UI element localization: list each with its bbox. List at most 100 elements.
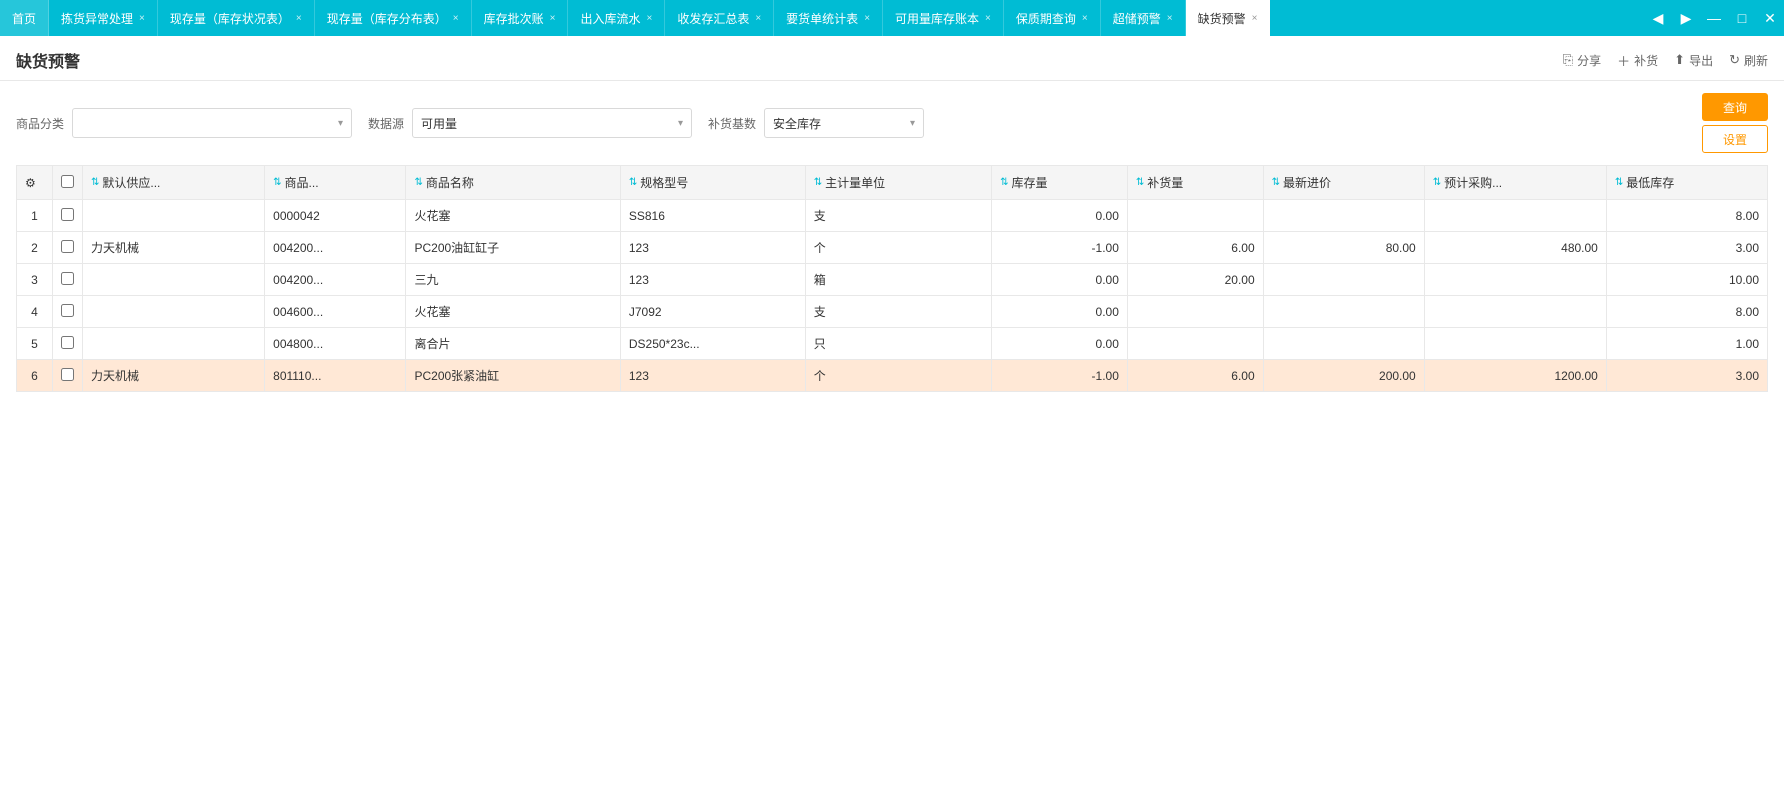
tab-pick-exception[interactable]: 拣货异常处理 × bbox=[49, 0, 158, 36]
th-label: 规格型号 bbox=[640, 174, 688, 191]
tab-stock-distribution[interactable]: 现存量（库存分布表） × bbox=[315, 0, 472, 36]
close-icon[interactable]: × bbox=[755, 13, 761, 24]
th-spec[interactable]: ⇅ 规格型号 bbox=[620, 166, 805, 200]
share-button[interactable]: ⎘ 分享 bbox=[1563, 52, 1601, 69]
close-icon[interactable]: × bbox=[646, 13, 652, 24]
row-unit: 只 bbox=[805, 328, 991, 360]
th-label: 补货量 bbox=[1147, 174, 1183, 191]
row-supplier bbox=[83, 200, 265, 232]
row-checkbox[interactable] bbox=[61, 368, 74, 381]
row-estimated-purchase bbox=[1424, 328, 1606, 360]
row-latest-price bbox=[1263, 264, 1424, 296]
row-checkbox[interactable] bbox=[61, 208, 74, 221]
tab-label: 缺货预警 bbox=[1198, 10, 1246, 27]
th-estimated-purchase[interactable]: ⇅ 预计采购... bbox=[1424, 166, 1606, 200]
row-stock: 0.00 bbox=[992, 328, 1128, 360]
query-button[interactable]: 查询 bbox=[1702, 93, 1768, 121]
close-icon[interactable]: × bbox=[1082, 13, 1088, 24]
gear-icon[interactable]: ⚙ bbox=[25, 176, 36, 190]
minimize-button[interactable]: — bbox=[1700, 0, 1728, 36]
export-label: 导出 bbox=[1689, 52, 1713, 69]
refresh-button[interactable]: ↻ 刷新 bbox=[1729, 52, 1768, 69]
row-min-stock: 1.00 bbox=[1606, 328, 1767, 360]
table-row: 1 0000042 火花塞 SS816 支 0.00 8.00 bbox=[17, 200, 1768, 232]
table-body: 1 0000042 火花塞 SS816 支 0.00 8.00 2 力天机械 0… bbox=[17, 200, 1768, 392]
tab-label: 超储预警 bbox=[1113, 10, 1161, 27]
tab-receipt-summary[interactable]: 收发存汇总表 × bbox=[665, 0, 774, 36]
th-product-name[interactable]: ⇅ 商品名称 bbox=[406, 166, 620, 200]
close-icon[interactable]: × bbox=[1252, 13, 1258, 24]
tab-home[interactable]: 首页 bbox=[0, 0, 49, 36]
th-product-code[interactable]: ⇅ 商品... bbox=[265, 166, 406, 200]
category-select[interactable]: ▾ bbox=[72, 108, 352, 138]
row-min-stock: 3.00 bbox=[1606, 360, 1767, 392]
th-supplier[interactable]: ⇅ 默认供应... bbox=[83, 166, 265, 200]
th-min-stock[interactable]: ⇅ 最低库存 bbox=[1606, 166, 1767, 200]
row-num: 4 bbox=[17, 296, 53, 328]
table-header-row: ⚙ ⇅ 默认供应... ⇅ 商品... bbox=[17, 166, 1768, 200]
row-estimated-purchase bbox=[1424, 200, 1606, 232]
row-checkbox[interactable] bbox=[61, 304, 74, 317]
prev-tab-button[interactable]: ◀ bbox=[1644, 0, 1672, 36]
close-window-button[interactable]: ✕ bbox=[1756, 0, 1784, 36]
tab-overstock-warning[interactable]: 超储预警 × bbox=[1101, 0, 1186, 36]
th-unit[interactable]: ⇅ 主计量单位 bbox=[805, 166, 991, 200]
row-supplier bbox=[83, 264, 265, 296]
row-checkbox[interactable] bbox=[61, 272, 74, 285]
replenish-icon: ＋ bbox=[1617, 51, 1630, 70]
close-icon[interactable]: × bbox=[1167, 13, 1173, 24]
maximize-button[interactable]: □ bbox=[1728, 0, 1756, 36]
row-latest-price: 200.00 bbox=[1263, 360, 1424, 392]
share-icon: ⎘ bbox=[1563, 52, 1573, 68]
chevron-down-icon: ▾ bbox=[678, 118, 683, 129]
tab-shortage-warning[interactable]: 缺货预警 × bbox=[1186, 0, 1271, 36]
row-stock: 0.00 bbox=[992, 200, 1128, 232]
th-checkbox bbox=[53, 166, 83, 200]
row-product-name: PC200油缸缸子 bbox=[406, 232, 620, 264]
row-replenish bbox=[1127, 328, 1263, 360]
sort-icon: ⇅ bbox=[1433, 177, 1441, 188]
th-label: 预计采购... bbox=[1444, 174, 1502, 191]
replenish-select[interactable]: 安全库存 ▾ bbox=[764, 108, 924, 138]
row-product-name: 三九 bbox=[406, 264, 620, 296]
row-product-code: 004800... bbox=[265, 328, 406, 360]
sort-icon: ⇅ bbox=[91, 177, 99, 188]
settings-button[interactable]: 设置 bbox=[1702, 125, 1768, 153]
close-icon[interactable]: × bbox=[139, 13, 145, 24]
tab-inout-flow[interactable]: 出入库流水 × bbox=[568, 0, 665, 36]
close-icon[interactable]: × bbox=[864, 13, 870, 24]
row-unit: 个 bbox=[805, 360, 991, 392]
th-replenish[interactable]: ⇅ 补货量 bbox=[1127, 166, 1263, 200]
th-latest-price[interactable]: ⇅ 最新进价 bbox=[1263, 166, 1424, 200]
row-checkbox-cell bbox=[53, 232, 83, 264]
row-estimated-purchase: 480.00 bbox=[1424, 232, 1606, 264]
tab-available-stock[interactable]: 可用量库存账本 × bbox=[883, 0, 1004, 36]
select-all-checkbox[interactable] bbox=[61, 175, 74, 188]
row-product-code: 004600... bbox=[265, 296, 406, 328]
row-checkbox[interactable] bbox=[61, 240, 74, 253]
tab-label: 要货单统计表 bbox=[786, 10, 858, 27]
row-replenish: 6.00 bbox=[1127, 360, 1263, 392]
close-icon[interactable]: × bbox=[985, 13, 991, 24]
row-replenish bbox=[1127, 200, 1263, 232]
row-spec: SS816 bbox=[620, 200, 805, 232]
tab-order-stats[interactable]: 要货单统计表 × bbox=[774, 0, 883, 36]
refresh-icon: ↻ bbox=[1729, 52, 1740, 68]
replenish-label: 补货 bbox=[1634, 52, 1658, 69]
close-icon[interactable]: × bbox=[453, 13, 459, 24]
row-checkbox[interactable] bbox=[61, 336, 74, 349]
close-icon[interactable]: × bbox=[296, 13, 302, 24]
th-stock[interactable]: ⇅ 库存量 bbox=[992, 166, 1128, 200]
datasource-select[interactable]: 可用量 ▾ bbox=[412, 108, 692, 138]
row-spec: 123 bbox=[620, 232, 805, 264]
sort-icon: ⇅ bbox=[1272, 177, 1280, 188]
tab-stock-status[interactable]: 现存量（库存状况表） × bbox=[158, 0, 315, 36]
close-icon[interactable]: × bbox=[550, 13, 556, 24]
row-latest-price bbox=[1263, 296, 1424, 328]
tab-batch-account[interactable]: 库存批次账 × bbox=[472, 0, 569, 36]
tab-expiry-query[interactable]: 保质期查询 × bbox=[1004, 0, 1101, 36]
replenish-button[interactable]: ＋ 补货 bbox=[1617, 51, 1658, 70]
row-latest-price bbox=[1263, 328, 1424, 360]
next-tab-button[interactable]: ▶ bbox=[1672, 0, 1700, 36]
export-button[interactable]: ⬆ 导出 bbox=[1674, 52, 1713, 69]
